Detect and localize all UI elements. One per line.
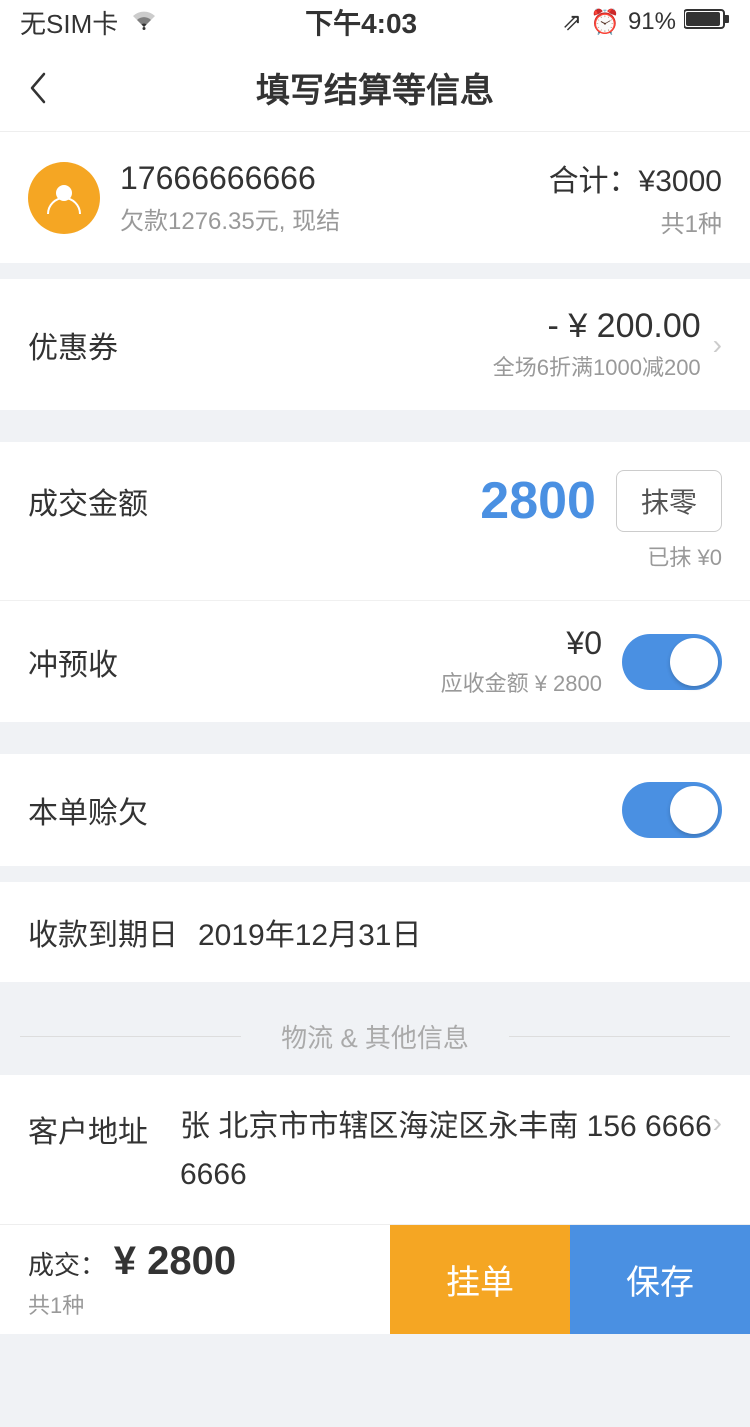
customer-card: 17666666666 欠款1276.35元, 现结 合计：¥3000 共1种 bbox=[0, 132, 750, 263]
customer-desc: 欠款1276.35元, 现结 bbox=[120, 201, 340, 236]
back-button[interactable] bbox=[24, 66, 52, 110]
bottom-deal-line: 成交： ¥ 2800 bbox=[28, 1239, 362, 1284]
owning-toggle[interactable] bbox=[622, 782, 722, 838]
location-icon: ⇗ bbox=[562, 8, 582, 37]
coupon-chevron-icon: › bbox=[713, 329, 722, 361]
logistics-line-right bbox=[509, 1036, 730, 1037]
customer-phone: 17666666666 bbox=[120, 160, 340, 197]
amount-right: 2800 抹零 bbox=[480, 470, 722, 532]
coupon-value: - ¥ 200.00 全场6折满1000减200 bbox=[493, 307, 701, 382]
duedate-value: 2019年12月31日 bbox=[198, 910, 421, 954]
pending-button[interactable]: 挂单 bbox=[390, 1225, 570, 1334]
address-section[interactable]: 客户地址 张 北京市市辖区海淀区永丰南 156 6666 6666 › bbox=[0, 1075, 750, 1227]
customer-right: 合计：¥3000 共1种 bbox=[549, 156, 722, 239]
total-amount: 合计：¥3000 bbox=[549, 156, 722, 200]
prepay-sub: 应收金额 ¥ 2800 bbox=[441, 666, 602, 698]
prepay-section: 冲预收 ¥0 应收金额 ¥ 2800 bbox=[0, 600, 750, 722]
prepay-row: 冲预收 ¥0 应收金额 ¥ 2800 bbox=[28, 625, 722, 698]
owning-section: 本单赊欠 bbox=[0, 754, 750, 866]
total-count: 共1种 bbox=[549, 204, 722, 239]
duedate-label: 收款到期日 bbox=[28, 910, 178, 954]
bottom-info: 成交： ¥ 2800 共1种 bbox=[0, 1239, 390, 1320]
logistics-text: 物流 & 其他信息 bbox=[261, 1018, 489, 1055]
bottom-deal-label: 成交： bbox=[28, 1250, 106, 1280]
status-bar: 无SIM卡 下午4:03 ⇗ ⏰ 91% bbox=[0, 0, 750, 44]
prepay-toggle[interactable] bbox=[622, 634, 722, 690]
coupon-row[interactable]: 优惠券 - ¥ 200.00 全场6折满1000减200 › bbox=[0, 279, 750, 410]
customer-left: 17666666666 欠款1276.35元, 现结 bbox=[28, 160, 340, 236]
amount-label: 成交金额 bbox=[28, 479, 148, 523]
coupon-desc: 全场6折满1000减200 bbox=[493, 350, 701, 382]
status-right: ⇗ ⏰ 91% bbox=[562, 8, 730, 37]
prepay-value-group: ¥0 应收金额 ¥ 2800 bbox=[441, 625, 602, 698]
logistics-divider: 物流 & 其他信息 bbox=[0, 998, 750, 1075]
toggle-knob bbox=[670, 638, 718, 686]
owning-label: 本单赊欠 bbox=[28, 788, 148, 832]
carrier-text: 无SIM卡 bbox=[20, 4, 118, 41]
bottom-bar: 成交： ¥ 2800 共1种 挂单 保存 bbox=[0, 1224, 750, 1334]
prepay-label: 冲预收 bbox=[28, 640, 118, 684]
duedate-row: 收款到期日 2019年12月31日 bbox=[28, 910, 722, 954]
logistics-line-left bbox=[20, 1036, 241, 1037]
address-chevron-icon: › bbox=[713, 1103, 722, 1139]
prepay-right: ¥0 应收金额 ¥ 2800 bbox=[441, 625, 722, 698]
divider-2 bbox=[0, 738, 750, 754]
amount-sub: 已抹 ¥0 bbox=[28, 540, 722, 572]
amount-value: 2800 bbox=[480, 475, 596, 527]
amount-row: 成交金额 2800 抹零 bbox=[28, 470, 722, 532]
bottom-count: 共1种 bbox=[28, 1288, 362, 1320]
avatar bbox=[28, 162, 100, 234]
save-button[interactable]: 保存 bbox=[570, 1225, 750, 1334]
battery-text: 91% bbox=[628, 8, 676, 36]
coupon-amount: - ¥ 200.00 bbox=[493, 307, 701, 346]
page-header: 填写结算等信息 bbox=[0, 44, 750, 132]
address-label: 客户地址 bbox=[28, 1103, 148, 1151]
bottom-price: ¥ 2800 bbox=[114, 1239, 236, 1283]
coupon-label: 优惠券 bbox=[28, 323, 118, 367]
bottom-buttons: 挂单 保存 bbox=[390, 1225, 750, 1334]
customer-info: 17666666666 欠款1276.35元, 现结 bbox=[120, 160, 340, 236]
prepay-amount: ¥0 bbox=[441, 625, 602, 662]
divider-1 bbox=[0, 426, 750, 442]
page-title: 填写结算等信息 bbox=[256, 63, 494, 112]
round-button[interactable]: 抹零 bbox=[616, 470, 722, 532]
alarm-icon: ⏰ bbox=[590, 8, 620, 37]
duedate-section: 收款到期日 2019年12月31日 bbox=[0, 882, 750, 982]
status-time: 下午4:03 bbox=[305, 2, 417, 42]
coupon-right: - ¥ 200.00 全场6折满1000减200 › bbox=[493, 307, 722, 382]
owning-toggle-knob bbox=[670, 786, 718, 834]
wifi-icon bbox=[128, 7, 160, 38]
status-left: 无SIM卡 bbox=[20, 4, 160, 41]
address-value: 张 北京市市辖区海淀区永丰南 156 6666 6666 bbox=[180, 1103, 713, 1199]
battery-icon bbox=[684, 8, 730, 37]
amount-section: 成交金额 2800 抹零 已抹 ¥0 bbox=[0, 442, 750, 600]
